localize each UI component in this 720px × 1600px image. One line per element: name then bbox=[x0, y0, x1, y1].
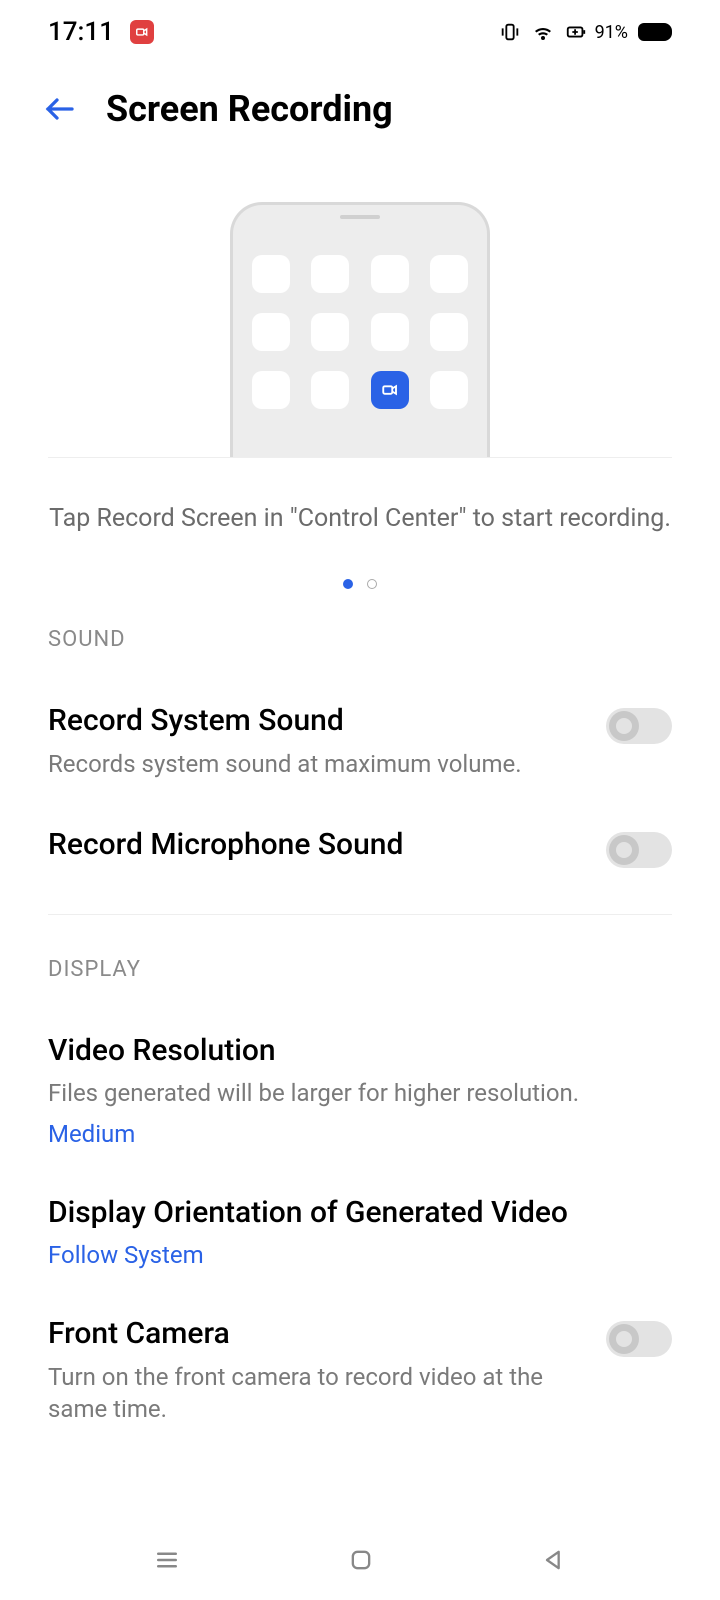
app-placeholder-icon bbox=[371, 313, 409, 351]
setting-value: Medium bbox=[48, 1120, 672, 1148]
setting-record-mic-sound[interactable]: Record Microphone Sound bbox=[0, 806, 720, 894]
app-placeholder-icon bbox=[371, 255, 409, 293]
setting-text: Video Resolution Files generated will be… bbox=[48, 1032, 672, 1148]
navigation-bar bbox=[0, 1520, 720, 1600]
status-left: 17:11 bbox=[48, 17, 154, 47]
setting-subtitle: Turn on the front camera to record video… bbox=[48, 1361, 582, 1426]
carousel-dots[interactable] bbox=[0, 579, 720, 609]
phone-mock bbox=[230, 202, 490, 457]
nav-back-button[interactable] bbox=[540, 1546, 568, 1574]
setting-video-resolution[interactable]: Video Resolution Files generated will be… bbox=[0, 1012, 720, 1174]
setting-front-camera[interactable]: Front Camera Turn on the front camera to… bbox=[0, 1295, 720, 1451]
back-button[interactable] bbox=[42, 91, 78, 127]
toggle-record-system-sound[interactable] bbox=[606, 708, 672, 744]
carousel-dot-active[interactable] bbox=[343, 579, 353, 589]
app-placeholder-icon bbox=[311, 371, 349, 409]
status-bar: 17:11 91% bbox=[0, 0, 720, 64]
triangle-left-icon bbox=[540, 1546, 568, 1574]
battery-percent: 91% bbox=[595, 22, 628, 43]
setting-record-system-sound[interactable]: Record System Sound Records system sound… bbox=[0, 682, 720, 806]
toggle-front-camera[interactable] bbox=[606, 1321, 672, 1357]
app-placeholder-icon bbox=[430, 371, 468, 409]
app-placeholder-icon bbox=[430, 255, 468, 293]
setting-subtitle: Records system sound at maximum volume. bbox=[48, 748, 582, 780]
app-placeholder-icon bbox=[311, 313, 349, 351]
setting-value: Follow System bbox=[48, 1241, 672, 1269]
square-icon bbox=[347, 1546, 375, 1574]
setting-title: Video Resolution bbox=[48, 1032, 672, 1070]
wifi-icon bbox=[531, 20, 555, 44]
setting-title: Record Microphone Sound bbox=[48, 826, 582, 864]
page-title: Screen Recording bbox=[106, 88, 393, 130]
carousel-dot[interactable] bbox=[367, 579, 377, 589]
app-grid bbox=[251, 255, 469, 409]
section-display-label: DISPLAY bbox=[0, 939, 720, 1012]
app-placeholder-icon bbox=[252, 255, 290, 293]
setting-title: Front Camera bbox=[48, 1315, 582, 1353]
setting-title: Record System Sound bbox=[48, 702, 582, 740]
setting-display-orientation[interactable]: Display Orientation of Generated Video F… bbox=[0, 1174, 720, 1296]
divider bbox=[48, 914, 672, 915]
arrow-left-icon bbox=[42, 91, 78, 127]
status-time: 17:11 bbox=[48, 17, 114, 47]
app-placeholder-icon bbox=[430, 313, 468, 351]
header: Screen Recording bbox=[0, 64, 720, 154]
setting-subtitle: Files generated will be larger for highe… bbox=[48, 1077, 672, 1109]
nav-recent-button[interactable] bbox=[152, 1545, 182, 1575]
setting-text: Front Camera Turn on the front camera to… bbox=[48, 1315, 582, 1425]
battery-icon bbox=[638, 23, 672, 41]
toggle-record-mic-sound[interactable] bbox=[606, 832, 672, 868]
menu-icon bbox=[152, 1545, 182, 1575]
app-placeholder-icon bbox=[252, 313, 290, 351]
app-placeholder-icon bbox=[252, 371, 290, 409]
screen-record-indicator-icon bbox=[130, 20, 154, 44]
illustration bbox=[0, 154, 720, 457]
vibrate-icon bbox=[499, 21, 521, 43]
setting-text: Record System Sound Records system sound… bbox=[48, 702, 582, 780]
section-sound-label: SOUND bbox=[0, 609, 720, 682]
setting-text: Display Orientation of Generated Video F… bbox=[48, 1194, 672, 1270]
setting-text: Record Microphone Sound bbox=[48, 826, 582, 864]
app-placeholder-icon bbox=[311, 255, 349, 293]
hint-text: Tap Record Screen in "Control Center" to… bbox=[0, 458, 720, 579]
setting-title: Display Orientation of Generated Video bbox=[48, 1194, 672, 1232]
status-right: 91% bbox=[499, 20, 672, 44]
record-screen-app-icon bbox=[371, 371, 409, 409]
nav-home-button[interactable] bbox=[347, 1546, 375, 1574]
battery-saver-icon bbox=[565, 21, 587, 43]
